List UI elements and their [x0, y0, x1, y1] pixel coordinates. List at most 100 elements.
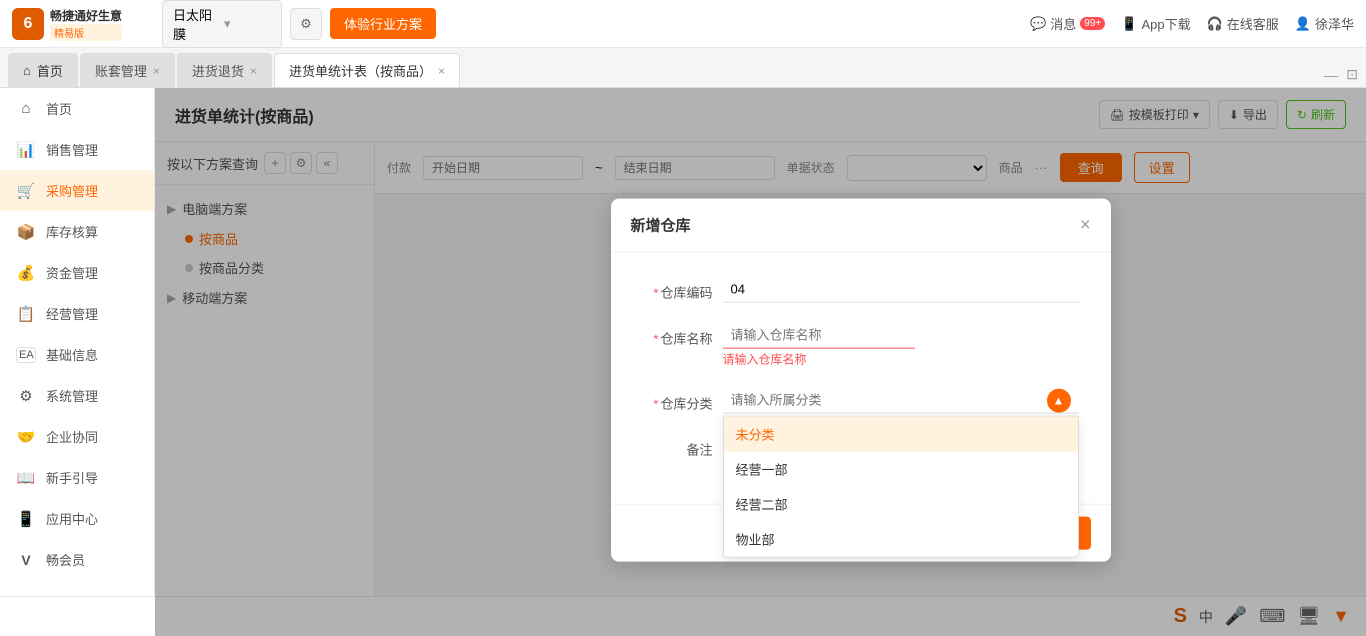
sidebar-item-app-label: 应用中心 [46, 509, 98, 528]
sidebar-item-basic-info-label: 基础信息 [46, 345, 98, 364]
app-sidebar-icon: 📱 [16, 510, 36, 528]
message-group[interactable]: 💬 消息 99+ [1030, 14, 1105, 33]
sidebar-item-purchase[interactable]: 🛒 采购管理 [0, 170, 154, 211]
sidebar-item-purchase-label: 采购管理 [46, 181, 98, 200]
header-center: 日太阳膜 ▾ ⚙ 体验行业方案 [162, 0, 1030, 48]
tab-home[interactable]: ⌂ 首页 [8, 53, 78, 87]
dropdown-item-unclassified[interactable]: 未分类 [724, 417, 1078, 452]
code-label: *仓库编码 [643, 277, 723, 302]
top-header: 6 畅捷通好生意 精易版 日太阳膜 ▾ ⚙ 体验行业方案 💬 消息 99+ 📱 … [0, 0, 1366, 48]
tab-bar-actions: — ⊡ [1324, 66, 1358, 87]
tab-accounts[interactable]: 账套管理 × [80, 53, 175, 87]
category-label: *仓库分类 [643, 388, 723, 413]
home-sidebar-icon: ⌂ [16, 100, 36, 117]
message-icon: 💬 [1030, 16, 1046, 32]
user-group[interactable]: 👤 徐泽华 [1295, 14, 1354, 33]
tab-minimize-icon[interactable]: — [1324, 67, 1338, 83]
header-right: 💬 消息 99+ 📱 App下载 🎧 在线客服 👤 徐泽华 [1030, 14, 1354, 33]
phone-icon: 📱 [1121, 16, 1137, 32]
category-dropdown-toggle[interactable]: ▲ [1047, 389, 1071, 413]
finance-icon: 💰 [16, 264, 36, 282]
sidebar-item-membership[interactable]: V 畅会员 [0, 539, 154, 580]
logo-icon: 6 [12, 8, 44, 40]
basic-info-icon: EA [16, 347, 36, 363]
sidebar-item-basic-info[interactable]: EA 基础信息 [0, 334, 154, 375]
sidebar-item-operations[interactable]: 📋 经营管理 [0, 293, 154, 334]
tab-purchase-return-label: 进货退货 [192, 61, 244, 80]
sidebar-item-enterprise-label: 企业协同 [46, 427, 98, 446]
dropdown-item-dept1[interactable]: 经营一部 [724, 452, 1078, 487]
store-name: 日太阳膜 [173, 5, 220, 43]
user-icon: 👤 [1295, 16, 1311, 32]
category-input[interactable] [723, 388, 1079, 414]
modal-header: 新增仓库 × [611, 199, 1111, 253]
sidebar-item-sales-label: 销售管理 [46, 140, 98, 159]
sidebar-item-operations-label: 经营管理 [46, 304, 98, 323]
dropdown-item-dept3[interactable]: 物业部 [724, 522, 1078, 557]
app-download-group[interactable]: 📱 App下载 [1121, 14, 1190, 33]
category-dropdown-wrapper: ▲ 未分类 经营一部 经营二部 物业部 [723, 388, 1079, 414]
content-area: 进货单统计(按商品) 🖨 按模板打印 ▾ ⬇ 导出 ↻ 刷新 [155, 88, 1366, 636]
name-error-msg: 请输入仓库名称 [723, 351, 1079, 368]
online-service-group[interactable]: 🎧 在线客服 [1207, 14, 1279, 33]
user-name: 徐泽华 [1315, 14, 1354, 33]
tab-purchase-return[interactable]: 进货退货 × [177, 53, 272, 87]
sidebar-item-finance-label: 资金管理 [46, 263, 98, 282]
sidebar-item-home-label: 首页 [46, 99, 72, 118]
tab-purchase-stats-label: 进货单统计表（按商品） [289, 61, 432, 80]
sidebar-item-membership-label: 畅会员 [46, 550, 85, 569]
name-field-wrapper: 请输入仓库名称 [723, 323, 1079, 368]
sidebar-item-inventory[interactable]: 📦 库存核算 [0, 211, 154, 252]
membership-icon: V [16, 552, 36, 568]
category-field-row: *仓库分类 ▲ 未分类 经营一部 经营二部 物业部 [643, 388, 1079, 414]
sidebar: ⌂ 首页 📊 销售管理 🛒 采购管理 📦 库存核算 💰 资金管理 📋 经营管理 … [0, 88, 155, 636]
name-input[interactable] [723, 323, 915, 349]
sidebar-item-enterprise[interactable]: 🤝 企业协同 [0, 416, 154, 457]
tab-purchase-return-close[interactable]: × [250, 64, 257, 78]
logo-text: 畅捷通好生意 精易版 [50, 7, 122, 41]
app-label: App下载 [1141, 14, 1190, 33]
headset-icon: 🎧 [1207, 16, 1223, 32]
tab-maximize-icon[interactable]: ⊡ [1346, 66, 1358, 83]
operations-icon: 📋 [16, 305, 36, 323]
sales-icon: 📊 [16, 141, 36, 159]
trial-button[interactable]: 体验行业方案 [330, 8, 436, 39]
dropdown-item-dept2[interactable]: 经营二部 [724, 487, 1078, 522]
tab-purchase-stats-close[interactable]: × [438, 64, 445, 78]
tab-accounts-label: 账套管理 [95, 61, 147, 80]
notification-badge: 99+ [1080, 17, 1105, 30]
sidebar-item-finance[interactable]: 💰 资金管理 [0, 252, 154, 293]
tab-accounts-close[interactable]: × [153, 64, 160, 78]
sidebar-item-inventory-label: 库存核算 [46, 222, 98, 241]
modal-body: *仓库编码 *仓库名称 请输入仓库名称 [611, 253, 1111, 504]
remark-label: 备注 [643, 434, 723, 459]
service-label: 在线客服 [1227, 14, 1279, 33]
gear-icon: ⚙ [300, 16, 312, 32]
tab-bar: ⌂ 首页 账套管理 × 进货退货 × 进货单统计表（按商品） × — ⊡ [0, 48, 1366, 88]
code-input[interactable] [723, 277, 1079, 303]
system-icon: ⚙ [16, 387, 36, 405]
modal-close-button[interactable]: × [1080, 215, 1091, 236]
sidebar-item-system-label: 系统管理 [46, 386, 98, 405]
home-icon: ⌂ [23, 63, 31, 78]
inventory-icon: 📦 [16, 223, 36, 241]
tab-home-label: 首页 [37, 61, 63, 80]
logo-area: 6 畅捷通好生意 精易版 [12, 7, 162, 41]
guide-icon: 📖 [16, 469, 36, 487]
sidebar-item-app[interactable]: 📱 应用中心 [0, 498, 154, 539]
sidebar-item-guide-label: 新手引导 [46, 468, 98, 487]
category-dropdown-list: 未分类 经营一部 经营二部 物业部 [723, 416, 1079, 558]
name-field-row: *仓库名称 请输入仓库名称 [643, 323, 1079, 368]
enterprise-icon: 🤝 [16, 428, 36, 446]
sidebar-item-guide[interactable]: 📖 新手引导 [0, 457, 154, 498]
sidebar-item-system[interactable]: ⚙ 系统管理 [0, 375, 154, 416]
modal-title: 新增仓库 [631, 215, 691, 236]
sidebar-item-home[interactable]: ⌂ 首页 [0, 88, 154, 129]
purchase-icon: 🛒 [16, 182, 36, 200]
store-selector[interactable]: 日太阳膜 ▾ [162, 0, 282, 48]
tab-purchase-stats[interactable]: 进货单统计表（按商品） × [274, 53, 460, 87]
main-layout: ⌂ 首页 📊 销售管理 🛒 采购管理 📦 库存核算 💰 资金管理 📋 经营管理 … [0, 88, 1366, 636]
settings-gear-button[interactable]: ⚙ [290, 8, 322, 40]
sidebar-item-sales[interactable]: 📊 销售管理 [0, 129, 154, 170]
store-selector-arrow: ▾ [224, 16, 271, 32]
